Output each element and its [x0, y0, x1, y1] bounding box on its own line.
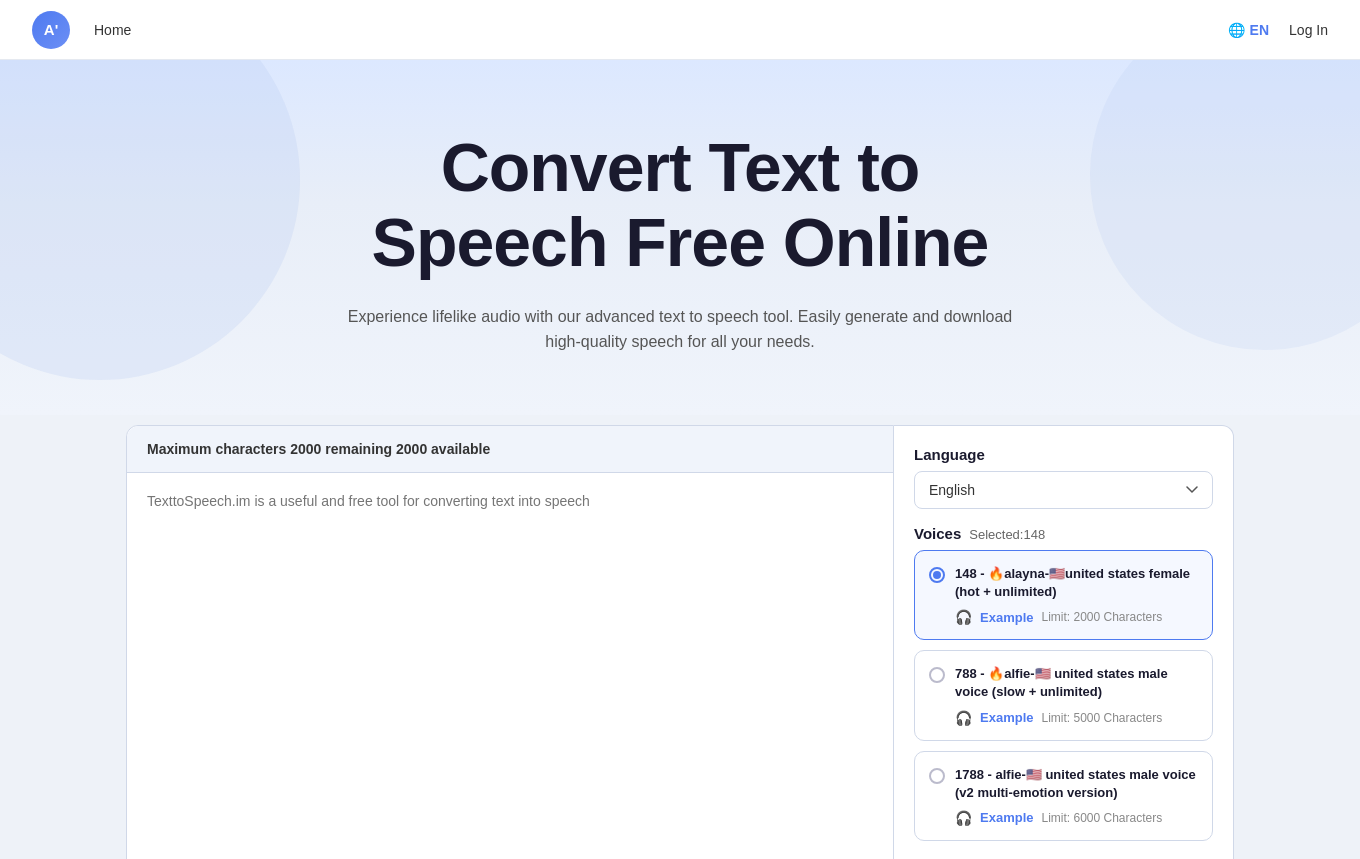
nav-right: 🌐 EN Log In	[1228, 22, 1328, 38]
example-link-3[interactable]: Example	[980, 810, 1033, 825]
login-button[interactable]: Log In	[1289, 22, 1328, 38]
hero-section: Convert Text to Speech Free Online Exper…	[0, 60, 1360, 415]
voice-item-1-top: 148 - 🔥alayna-🇺🇸united states female (ho…	[929, 565, 1198, 601]
example-link-1[interactable]: Example	[980, 610, 1033, 625]
voice-item-3[interactable]: 1788 - alfie-🇺🇸 united states male voice…	[914, 751, 1213, 841]
language-section: Language English Spanish French German I…	[914, 446, 1213, 509]
voice-name-3: 1788 - alfie-🇺🇸 united states male voice…	[955, 766, 1198, 802]
language-label: Language	[914, 446, 1213, 463]
lang-code-label: EN	[1250, 22, 1269, 38]
char-counter-header: Maximum characters 2000 remaining 2000 a…	[127, 426, 893, 473]
hero-subtitle: Experience lifelike audio with our advan…	[330, 304, 1030, 355]
example-link-2[interactable]: Example	[980, 710, 1033, 725]
limit-text-1: Limit: 2000 Characters	[1041, 610, 1162, 624]
voice-item-2-top: 788 - 🔥alfie-🇺🇸 united states male voice…	[929, 665, 1198, 701]
voice-settings-panel: Language English Spanish French German I…	[894, 425, 1234, 859]
voice-example-row-3: 🎧 Example Limit: 6000 Characters	[929, 810, 1198, 826]
text-input[interactable]	[127, 473, 893, 833]
tool-container: Maximum characters 2000 remaining 2000 a…	[110, 425, 1250, 859]
voices-count: Selected:148	[969, 527, 1045, 542]
char-info-text: Maximum characters 2000 remaining 2000 a…	[147, 441, 490, 457]
voice-item-2[interactable]: 788 - 🔥alfie-🇺🇸 united states male voice…	[914, 650, 1213, 740]
voice-item-1[interactable]: 148 - 🔥alayna-🇺🇸united states female (ho…	[914, 550, 1213, 640]
voice-radio-3[interactable]	[929, 768, 945, 784]
voice-example-row-2: 🎧 Example Limit: 5000 Characters	[929, 710, 1198, 726]
voice-example-row-1: 🎧 Example Limit: 2000 Characters	[929, 609, 1198, 625]
home-link[interactable]: Home	[94, 22, 131, 38]
voice-radio-1[interactable]	[929, 567, 945, 583]
voice-name-1: 148 - 🔥alayna-🇺🇸united states female (ho…	[955, 565, 1198, 601]
limit-text-2: Limit: 5000 Characters	[1041, 711, 1162, 725]
headphones-icon-3: 🎧	[955, 810, 972, 826]
language-toggle-button[interactable]: 🌐 EN	[1228, 22, 1269, 38]
voices-section: Voices Selected:148 148 - 🔥alayna-🇺🇸unit…	[914, 525, 1213, 851]
headphones-icon-1: 🎧	[955, 609, 972, 625]
logo-icon[interactable]: A'	[32, 11, 70, 49]
text-input-panel: Maximum characters 2000 remaining 2000 a…	[126, 425, 894, 859]
voice-item-3-top: 1788 - alfie-🇺🇸 united states male voice…	[929, 766, 1198, 802]
limit-text-3: Limit: 6000 Characters	[1041, 811, 1162, 825]
globe-icon: 🌐	[1228, 22, 1245, 38]
nav-left: A' Home	[32, 11, 131, 49]
hero-title: Convert Text to Speech Free Online	[32, 130, 1328, 280]
voice-name-2: 788 - 🔥alfie-🇺🇸 united states male voice…	[955, 665, 1198, 701]
voices-header: Voices Selected:148	[914, 525, 1213, 550]
voice-radio-2[interactable]	[929, 667, 945, 683]
voices-label: Voices	[914, 525, 961, 542]
headphones-icon-2: 🎧	[955, 710, 972, 726]
language-select[interactable]: English Spanish French German Italian Po…	[914, 471, 1213, 509]
navbar: A' Home 🌐 EN Log In	[0, 0, 1360, 60]
